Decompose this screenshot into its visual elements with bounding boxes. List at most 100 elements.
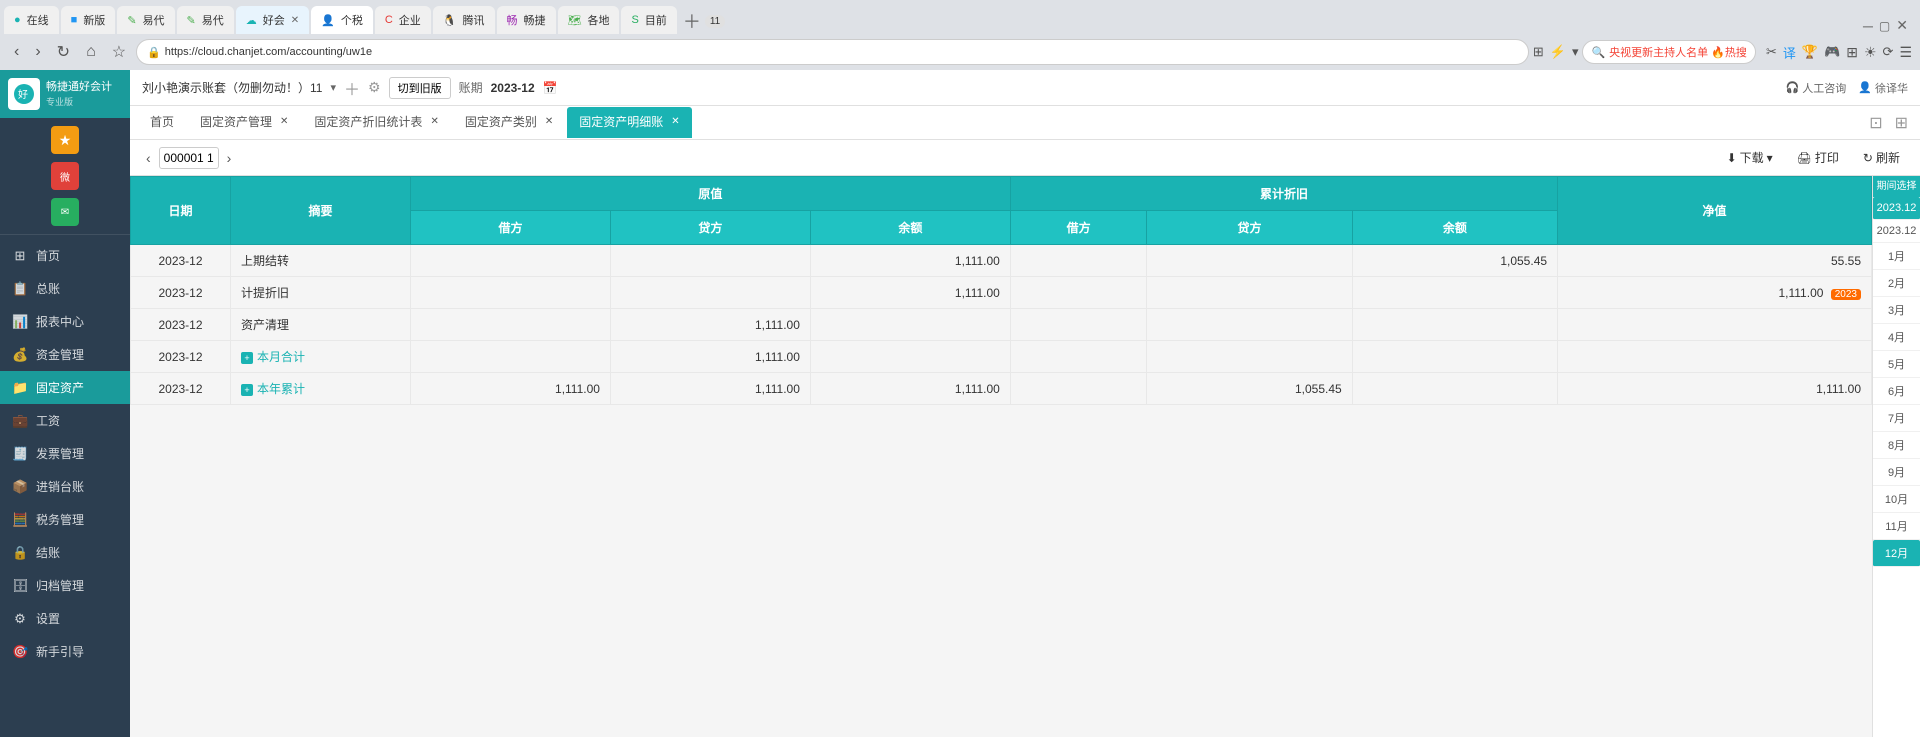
brightness-icon[interactable]: ☀ [1864,44,1877,61]
sidebar-item-settings[interactable]: ⚙ 设置 [0,602,130,635]
browser-tab-gedi[interactable]: 🗺各地 [558,6,620,34]
download-dropdown-icon[interactable]: ▾ [1767,151,1773,165]
window-minimize[interactable]: ─ [1863,18,1873,34]
tab-home[interactable]: 首页 [138,107,186,138]
download-button[interactable]: ⬇ 下载 ▾ [1719,146,1781,169]
address-bar[interactable]: 🔒 https://cloud.chanjet.com/accounting/u… [136,39,1529,65]
browser-tab-haohui[interactable]: ☁好会✕ [236,6,309,34]
col-original-value: 原值 [411,177,1011,211]
tab-close-depreciation-stats[interactable]: ✕ [430,116,438,127]
tab-fixed-assets-mgmt[interactable]: 固定资产管理 ✕ [188,107,300,138]
new-tab-button[interactable]: ＋ [683,8,701,34]
sidebar-item-purchase-sales[interactable]: 📦 进销台账 [0,470,130,503]
tab-close-fixed-assets-mgmt[interactable]: ✕ [280,116,288,127]
cast-icon[interactable]: ⊞ [1533,44,1544,60]
print-button[interactable]: 🖨 打印 [1789,146,1847,169]
browser-tab-tengxun[interactable]: 🐧腾讯 [433,6,495,34]
period-item-6[interactable]: 6月 [1873,378,1920,405]
tab-minimize-button[interactable]: ⊡ [1865,111,1886,135]
tab-depreciation-stats[interactable]: 固定资产折旧统计表 ✕ [302,107,450,138]
sidebar-item-tax[interactable]: 🧮 税务管理 [0,503,130,536]
sidebar-weibo-icon[interactable]: 微 [51,162,79,190]
sidebar-item-reports[interactable]: 📊 报表中心 [0,305,130,338]
menu-icon[interactable]: ☰ [1899,44,1912,61]
cell-summary-year: +本年累计 [231,373,411,405]
sidebar-item-general-ledger[interactable]: 📋 总账 [0,272,130,305]
home-button[interactable]: ⌂ [80,41,102,63]
search-bar[interactable]: 🔍 央视更新主持人名单 🔥热搜 [1582,40,1755,64]
browser-tab-changjie[interactable]: 畅畅捷 [497,6,556,34]
edit-period-icon[interactable]: 📅 [543,81,558,95]
period-item-2023-12-top[interactable]: 2023.12 [1873,197,1920,220]
next-page-button[interactable]: › [223,148,236,168]
period-item-9[interactable]: 9月 [1873,459,1920,486]
period-item-2[interactable]: 2月 [1873,270,1920,297]
browser-tab-muqian[interactable]: S目前 [621,6,676,34]
cell-orig-debit [411,245,611,277]
period-item-11[interactable]: 11月 [1873,513,1920,540]
tab-close-asset-detail[interactable]: ✕ [671,116,679,127]
back-forward-icon[interactable]: ⟳ [1883,44,1894,60]
sidebar-item-funds[interactable]: 💰 资金管理 [0,338,130,371]
sidebar-item-closing[interactable]: 🔒 结账 [0,536,130,569]
col-date: 日期 [131,177,231,245]
reload-button[interactable]: ↻ [51,40,76,64]
header-right: 🎧 人工咨询 👤 徐译华 [1786,80,1908,96]
cell-date: 2023-12 [131,245,231,277]
add-account-button[interactable]: ＋ [344,76,360,100]
switch-version-button[interactable]: 切到旧版 [389,77,451,99]
cell-net-value [1558,341,1872,373]
table-wrapper: 日期 摘要 原值 累计折旧 净值 借方 贷方 余额 借方 贷方 余额 [130,176,1872,737]
refresh-button[interactable]: ↻ 刷新 [1855,146,1908,169]
period-item-4[interactable]: 4月 [1873,324,1920,351]
summary-year-icon: + [241,384,253,396]
browser-tab-yidai2[interactable]: ✎易代 [177,6,234,34]
sidebar-item-payroll[interactable]: 💼 工资 [0,404,130,437]
tab-expand-button[interactable]: ⊞ [1891,111,1912,135]
sidebar-star-icon[interactable]: ★ [51,126,79,154]
account-expand-icon[interactable]: ▾ [330,81,336,94]
forward-button[interactable]: › [29,41,46,63]
back-button[interactable]: ‹ [8,41,25,63]
tab-close-asset-category[interactable]: ✕ [545,116,553,127]
period-item-12[interactable]: 12月 [1873,540,1920,567]
sidebar-item-guide[interactable]: 🎯 新手引导 [0,635,130,668]
period-item-10[interactable]: 10月 [1873,486,1920,513]
sidebar-mail-icon[interactable]: ✉ [51,198,79,226]
browser-tab-qiye[interactable]: C企业 [375,6,431,34]
game-icon[interactable]: 🎮 [1824,44,1840,60]
help-button[interactable]: 🎧 人工咨询 [1786,80,1847,96]
sidebar-item-archive[interactable]: 🗄 归档管理 [0,569,130,602]
period-item-7[interactable]: 7月 [1873,405,1920,432]
period-item-5[interactable]: 5月 [1873,351,1920,378]
browser-tab-yidai1[interactable]: ✎易代 [117,6,174,34]
period-item-2023-12-b[interactable]: 2023.12 [1873,220,1920,243]
sidebar-item-fixed-assets[interactable]: 📁 固定资产 [0,371,130,404]
col-orig-credit: 贷方 [610,211,810,245]
reward-icon[interactable]: 🏆 [1802,44,1818,60]
scissors-icon[interactable]: ✂ [1766,44,1777,60]
brand-name: 畅捷通好会计 [46,80,112,94]
period-item-1[interactable]: 1月 [1873,243,1920,270]
period-item-8[interactable]: 8月 [1873,432,1920,459]
lightning-icon[interactable]: ⚡ [1550,44,1566,60]
tab-asset-category[interactable]: 固定资产类别 ✕ [453,107,565,138]
browser-tab-new[interactable]: ■新版 [61,6,116,34]
bookmark-button[interactable]: ☆ [106,40,132,64]
settings-mini-icon[interactable]: ⚙ [368,79,381,96]
apps-icon[interactable]: ⊞ [1846,44,1858,61]
window-restore[interactable]: ▢ [1879,19,1890,33]
tab-asset-detail[interactable]: 固定资产明细账 ✕ [567,107,691,138]
dropdown-icon[interactable]: ▾ [1572,44,1579,60]
sidebar-item-invoice[interactable]: 🧾 发票管理 [0,437,130,470]
user-avatar[interactable]: 👤 徐译华 [1858,80,1908,96]
browser-tab-online[interactable]: ●在线 [4,6,59,34]
prev-page-button[interactable]: ‹ [142,148,155,168]
brand-logo: 好 [8,78,40,110]
period-item-3[interactable]: 3月 [1873,297,1920,324]
translate-icon[interactable]: 译 [1783,43,1796,62]
browser-tab-geshui[interactable]: 👤个税 [311,6,373,34]
sidebar-item-home[interactable]: ⊞ 首页 [0,239,130,272]
page-input[interactable] [159,147,219,169]
window-close[interactable]: ✕ [1896,17,1908,34]
